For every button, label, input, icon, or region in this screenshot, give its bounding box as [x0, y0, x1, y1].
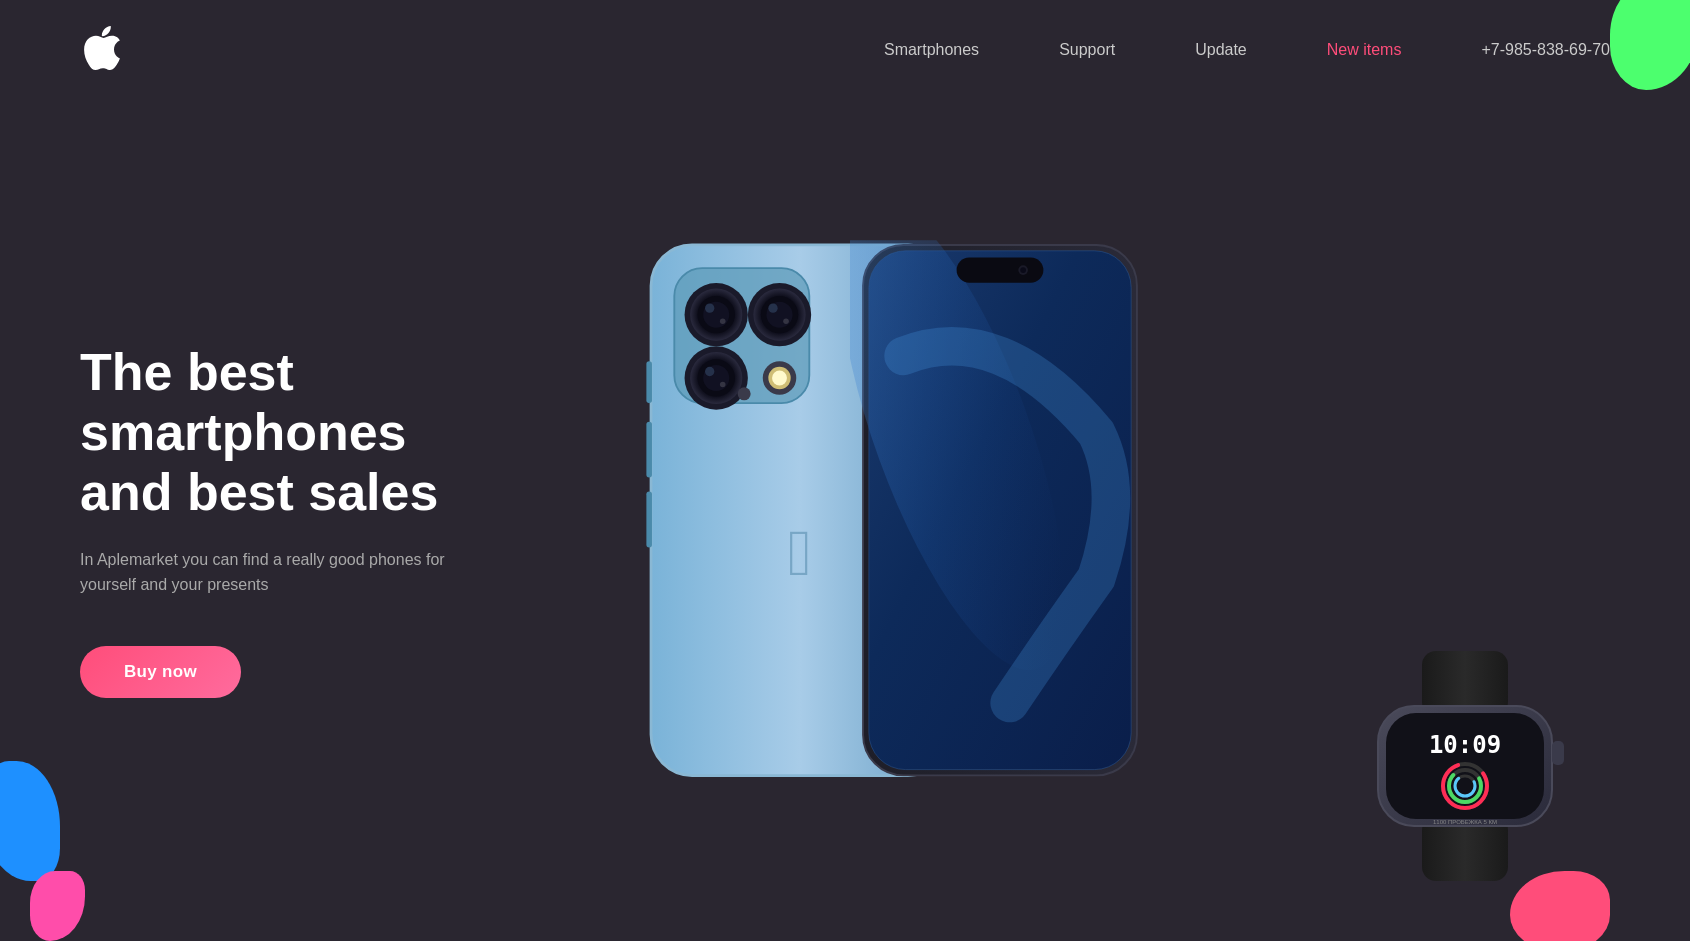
hero-subtitle: In Aplemarket you can find a really good… — [80, 547, 460, 598]
hero-product-images:  — [580, 100, 1610, 941]
svg-point-21 — [720, 381, 726, 387]
svg-text:10:09: 10:09 — [1429, 731, 1501, 759]
svg-rect-29 — [646, 491, 652, 547]
svg-point-9 — [720, 318, 726, 324]
nav-item-new-items[interactable]: New items — [1327, 41, 1402, 59]
site-header: Smartphones Support Update New items +7-… — [0, 0, 1690, 100]
svg-point-15 — [783, 318, 789, 324]
hero-title-line2: and best sales — [80, 463, 438, 521]
nav-item-update[interactable]: Update — [1195, 41, 1247, 59]
svg-point-14 — [768, 303, 777, 312]
buy-now-button[interactable]: Buy now — [80, 646, 241, 698]
svg-point-38 — [1020, 267, 1026, 273]
svg-point-20 — [705, 366, 714, 375]
hero-section: The best smartphones and best sales In A… — [0, 100, 1690, 941]
svg-point-24 — [772, 370, 787, 385]
phone-number: +7-985-838-69-70 — [1481, 41, 1610, 59]
svg-point-8 — [705, 303, 714, 312]
nav-item-support[interactable]: Support — [1059, 41, 1115, 59]
svg-text:1100 ПРОБЕЖКА 5 КМ: 1100 ПРОБЕЖКА 5 КМ — [1433, 819, 1497, 825]
hero-text-block: The best smartphones and best sales In A… — [80, 343, 580, 698]
iphone-front-image — [850, 240, 1150, 780]
nav-item-smartphones[interactable]: Smartphones — [884, 41, 979, 59]
apple-watch-image: 10:09 1100 ПРОБЕЖКА 5 КМ — [1350, 651, 1580, 881]
hero-title: The best smartphones and best sales — [80, 343, 580, 522]
logo[interactable] — [80, 26, 124, 74]
svg-rect-28 — [646, 421, 652, 477]
svg-text::  — [788, 516, 812, 589]
apple-logo-icon — [80, 26, 124, 70]
svg-point-25 — [738, 387, 751, 400]
svg-rect-35 — [957, 257, 1044, 282]
main-nav: Smartphones Support Update New items — [884, 41, 1402, 59]
hero-title-line1: The best smartphones — [80, 343, 407, 461]
svg-rect-27 — [646, 361, 652, 403]
svg-rect-43 — [1552, 741, 1564, 765]
